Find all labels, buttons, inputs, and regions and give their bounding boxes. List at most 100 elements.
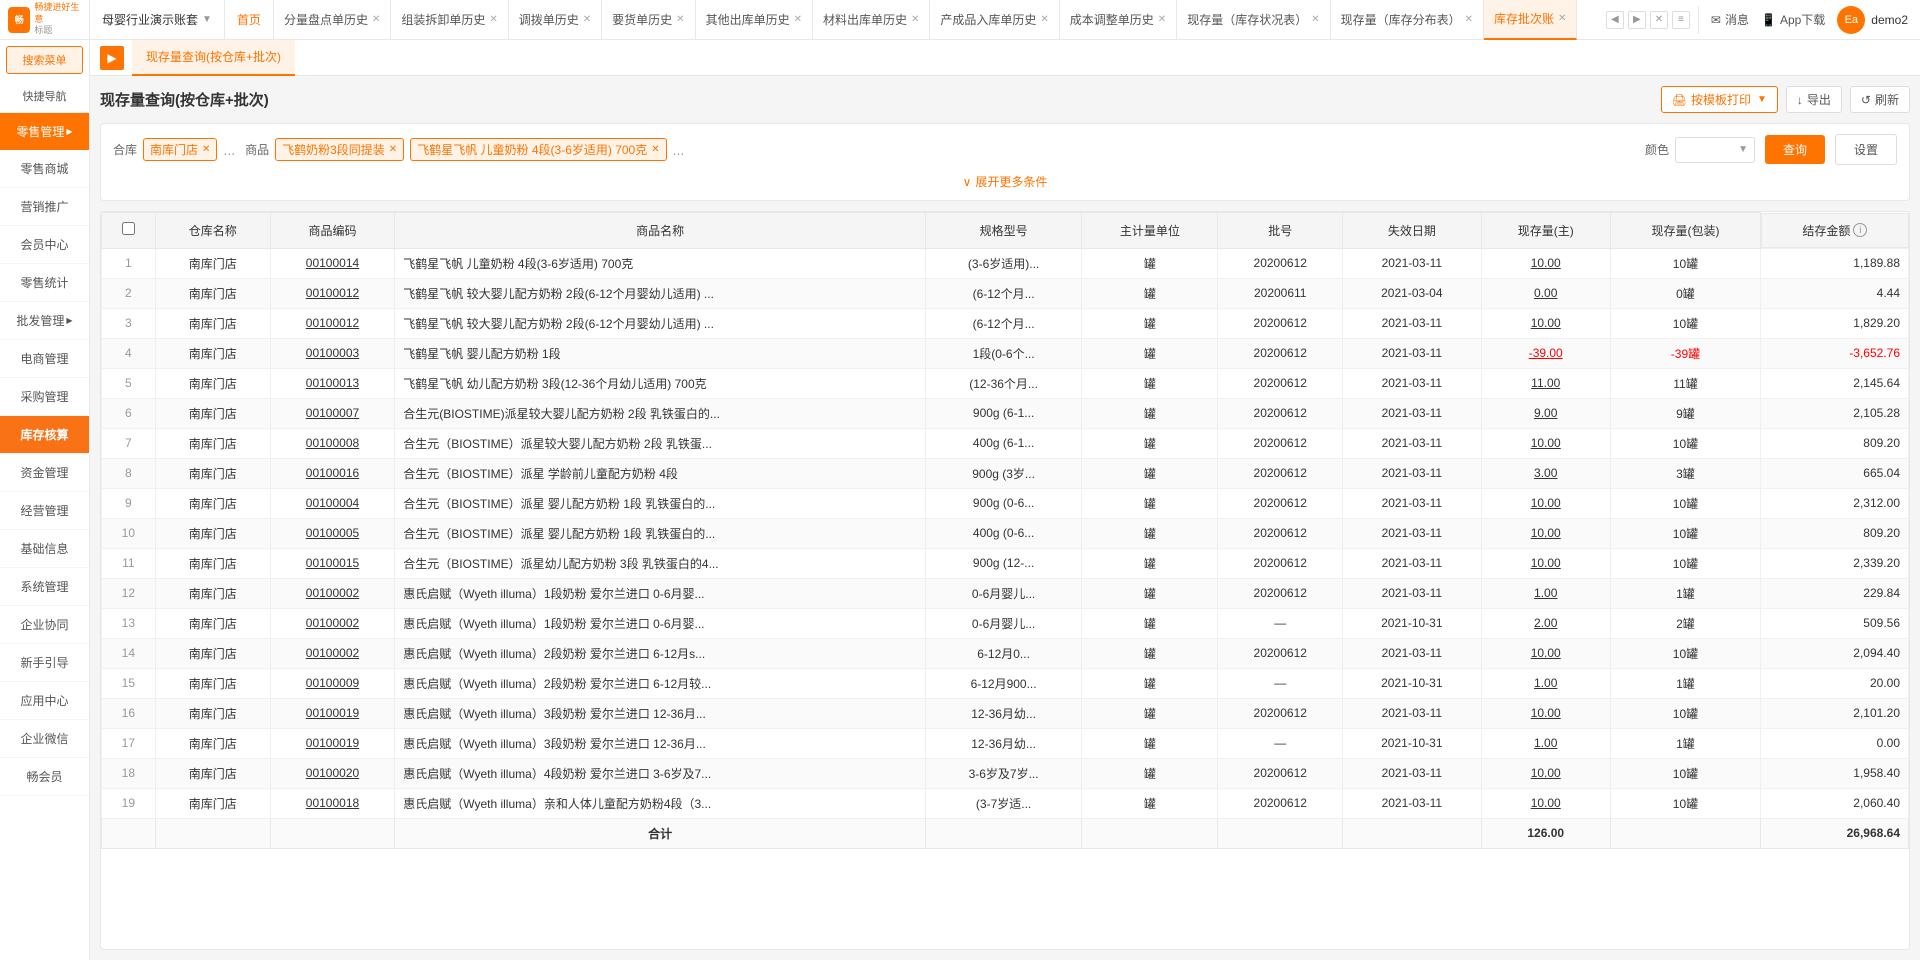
warehouse-dots-btn[interactable]: ... — [223, 142, 235, 158]
sidebar-item-operations[interactable]: 经营管理 — [0, 492, 89, 530]
tab-item[interactable]: 分量盘点单历史✕ — [274, 0, 391, 40]
tab-close-icon[interactable]: ✕ — [372, 14, 380, 25]
account-dropdown[interactable]: 母婴行业演示账套 ▼ — [90, 0, 225, 40]
sidebar-item-ecommerce[interactable]: 电商管理 — [0, 340, 89, 378]
row-code[interactable]: 00100014 — [270, 248, 395, 278]
sidebar-item-system[interactable]: 系统管理 — [0, 568, 89, 606]
row-qty-main[interactable]: 10.00 — [1481, 488, 1610, 518]
row-code[interactable]: 00100002 — [270, 608, 395, 638]
sidebar-item-wholesale[interactable]: 批发管理 ▶ — [0, 302, 89, 340]
sidebar-item-purchase[interactable]: 采购管理 — [0, 378, 89, 416]
tab-close-icon[interactable]: ✕ — [1040, 14, 1048, 25]
row-qty-main[interactable]: 9.00 — [1481, 398, 1610, 428]
row-code[interactable]: 00100003 — [270, 338, 395, 368]
sidebar-item-marketing[interactable]: 营销推广 — [0, 188, 89, 226]
row-code[interactable]: 00100012 — [270, 308, 395, 338]
row-code[interactable]: 00100019 — [270, 728, 395, 758]
tab-close-icon[interactable]: ✕ — [794, 14, 802, 25]
settings-button[interactable]: 设置 — [1835, 134, 1897, 165]
info-icon[interactable]: i — [1853, 223, 1867, 237]
tab-item[interactable]: 组装拆卸单历史✕ — [391, 0, 508, 40]
tab-next-btn[interactable]: ▶ — [1628, 11, 1646, 29]
row-code[interactable]: 00100020 — [270, 758, 395, 788]
message-btn[interactable]: ✉ 消息 — [1711, 11, 1749, 28]
row-code[interactable]: 00100002 — [270, 578, 395, 608]
row-qty-main[interactable]: 3.00 — [1481, 458, 1610, 488]
sub-tab-expand-btn[interactable]: ▶ — [100, 46, 124, 70]
row-code[interactable]: 00100015 — [270, 548, 395, 578]
row-qty-main[interactable]: -39.00 — [1481, 338, 1610, 368]
row-code[interactable]: 00100005 — [270, 518, 395, 548]
tab-home[interactable]: 首页 — [225, 0, 274, 40]
sidebar-item-apps[interactable]: 应用中心 — [0, 682, 89, 720]
select-all-checkbox[interactable] — [122, 222, 135, 235]
tab-item[interactable]: 成本调整单历史✕ — [1060, 0, 1177, 40]
tab-close-icon[interactable]: ✕ — [1465, 14, 1473, 25]
row-code[interactable]: 00100012 — [270, 278, 395, 308]
sub-tab-active[interactable]: 现存量查询(按仓库+批次) — [132, 40, 295, 76]
tab-close-icon[interactable]: ✕ — [489, 14, 497, 25]
user-avatar[interactable]: Ea demo2 — [1837, 6, 1908, 34]
sidebar-item-retail-stats[interactable]: 零售统计 — [0, 264, 89, 302]
row-qty-main[interactable]: 10.00 — [1481, 548, 1610, 578]
row-code[interactable]: 00100019 — [270, 698, 395, 728]
tab-item[interactable]: 其他出库单历史✕ — [696, 0, 813, 40]
row-qty-main[interactable]: 10.00 — [1481, 758, 1610, 788]
row-code[interactable]: 00100018 — [270, 788, 395, 818]
product-tag-2-close-icon[interactable]: ✕ — [651, 144, 659, 155]
row-qty-main[interactable]: 0.00 — [1481, 278, 1610, 308]
row-qty-main[interactable]: 10.00 — [1481, 308, 1610, 338]
row-qty-main[interactable]: 10.00 — [1481, 248, 1610, 278]
tab-item[interactable]: 现存量（库存状况表）✕ — [1177, 0, 1330, 40]
print-btn[interactable]: 🖨 按模板打印 ▼ — [1661, 86, 1778, 113]
row-code[interactable]: 00100007 — [270, 398, 395, 428]
export-btn[interactable]: ↓ 导出 — [1786, 86, 1842, 113]
tab-item[interactable]: 要货单历史✕ — [602, 0, 695, 40]
sidebar-item-basic-info[interactable]: 基础信息 — [0, 530, 89, 568]
tab-item[interactable]: 材料出库单历史✕ — [813, 0, 930, 40]
row-qty-main[interactable]: 1.00 — [1481, 668, 1610, 698]
row-code[interactable]: 00100016 — [270, 458, 395, 488]
row-code[interactable]: 00100009 — [270, 668, 395, 698]
tab-close-icon[interactable]: ✕ — [1558, 13, 1566, 24]
tab-item[interactable]: 调拨单历史✕ — [509, 0, 602, 40]
tab-close-icon[interactable]: ✕ — [1311, 14, 1319, 25]
tab-item[interactable]: 现存量（库存分布表）✕ — [1331, 0, 1484, 40]
quick-nav-btn[interactable]: 快捷导航 — [6, 84, 83, 108]
tab-item[interactable]: 产成品入库单历史✕ — [930, 0, 1059, 40]
sidebar-item-retail-mgmt[interactable]: 零售管理 ▶ — [0, 113, 89, 150]
product-tag-2[interactable]: 飞鹤星飞帆 儿童奶粉 4段(3-6岁适用) 700克 ✕ — [410, 138, 666, 161]
sidebar-item-finance[interactable]: 资金管理 — [0, 454, 89, 492]
tab-close-icon[interactable]: ✕ — [583, 14, 591, 25]
tab-active[interactable]: 库存批次账✕ — [1484, 0, 1577, 40]
sidebar-item-retail-mall[interactable]: 零售商城 — [0, 150, 89, 188]
query-button[interactable]: 查询 — [1765, 135, 1825, 164]
expand-conditions-btn[interactable]: ∨ 展开更多条件 — [963, 173, 1048, 190]
row-qty-main[interactable]: 10.00 — [1481, 638, 1610, 668]
warehouse-tag[interactable]: 南库门店 ✕ — [143, 138, 217, 161]
tab-close-all-btn[interactable]: ✕ — [1650, 11, 1668, 29]
row-qty-main[interactable]: 10.00 — [1481, 788, 1610, 818]
tab-close-icon[interactable]: ✕ — [676, 14, 684, 25]
row-qty-main[interactable]: 10.00 — [1481, 698, 1610, 728]
row-qty-main[interactable]: 1.00 — [1481, 728, 1610, 758]
color-input[interactable]: ▼ — [1675, 137, 1755, 163]
row-qty-main[interactable]: 11.00 — [1481, 368, 1610, 398]
row-qty-main[interactable]: 2.00 — [1481, 608, 1610, 638]
sidebar-item-wechat[interactable]: 企业微信 — [0, 720, 89, 758]
refresh-btn[interactable]: ↺ 刷新 — [1850, 86, 1910, 113]
row-qty-main[interactable]: 1.00 — [1481, 578, 1610, 608]
row-code[interactable]: 00100013 — [270, 368, 395, 398]
row-qty-main[interactable]: 10.00 — [1481, 428, 1610, 458]
tab-close-icon[interactable]: ✕ — [911, 14, 919, 25]
warehouse-tag-close-icon[interactable]: ✕ — [202, 144, 210, 155]
sidebar-item-inventory[interactable]: 库存核算 — [0, 416, 89, 454]
tab-prev-btn[interactable]: ◀ — [1606, 11, 1624, 29]
row-qty-main[interactable]: 10.00 — [1481, 518, 1610, 548]
tab-close-icon[interactable]: ✕ — [1158, 14, 1166, 25]
app-download-btn[interactable]: 📱 App下载 — [1761, 11, 1825, 28]
row-code[interactable]: 00100008 — [270, 428, 395, 458]
sidebar-item-member2[interactable]: 畅会员 — [0, 758, 89, 796]
sidebar-item-member[interactable]: 会员中心 — [0, 226, 89, 264]
product-tag-1[interactable]: 飞鹤奶粉3段同提装 ✕ — [275, 138, 404, 161]
